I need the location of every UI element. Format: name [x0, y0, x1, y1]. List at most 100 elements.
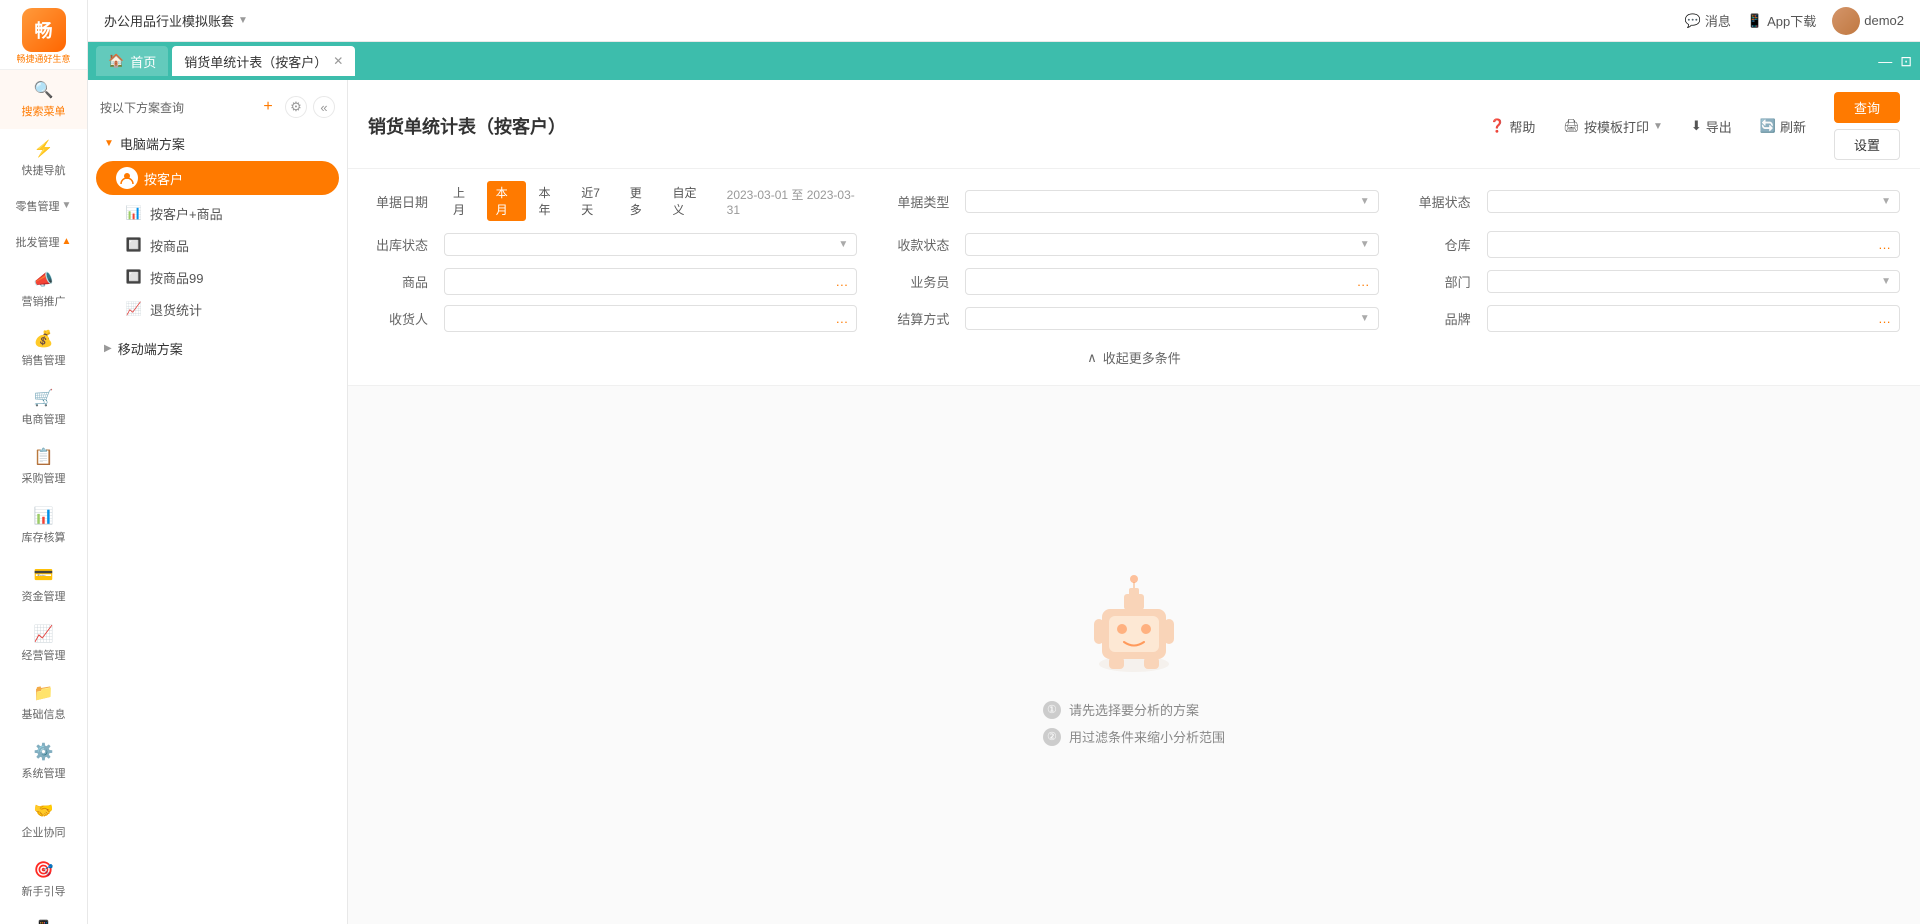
chart-icon: 📊: [124, 203, 144, 223]
dots-icon[interactable]: …: [1357, 274, 1370, 289]
dept-control: ▼: [1487, 270, 1900, 293]
ops-icon: 📈: [34, 624, 54, 644]
collapse-panel-btn[interactable]: «: [313, 96, 335, 118]
page-actions: ❓ 帮助 🖨 按模板打印 ▼ ⬇ 导出 🔄 刷新: [1481, 92, 1900, 160]
warehouse-control: …: [1487, 231, 1900, 258]
minimize-icon[interactable]: —: [1878, 53, 1892, 69]
sidebar-item-inventory[interactable]: 📊 库存核算: [0, 496, 87, 555]
collapse-more-btn[interactable]: ∧ 收起更多条件: [368, 342, 1900, 373]
date-btn-more[interactable]: 更多: [621, 181, 660, 221]
brand-select[interactable]: …: [1487, 305, 1900, 332]
marketing-icon: 📣: [34, 270, 54, 290]
newbie-icon: 🎯: [34, 860, 54, 880]
sidebar-item-ecom[interactable]: 🛒 电商管理: [0, 378, 87, 437]
tab-home-label: 首页: [130, 52, 156, 71]
sidebar-item-enterprise[interactable]: 🤝 企业协同: [0, 791, 87, 850]
desktop-scheme-parent[interactable]: ▼ 电脑端方案: [88, 128, 347, 159]
query-btn[interactable]: 查询: [1834, 92, 1900, 123]
tip-num-2: ②: [1043, 728, 1061, 746]
dept-select[interactable]: ▼: [1487, 270, 1900, 293]
expand-icon[interactable]: ⊡: [1900, 53, 1912, 70]
dots-icon[interactable]: …: [1878, 237, 1891, 252]
date-btn-last-month[interactable]: 上月: [444, 181, 483, 221]
scheme-by-customer[interactable]: 按客户: [96, 161, 339, 195]
salesperson-select[interactable]: …: [965, 268, 1378, 295]
dept-label: 部门: [1411, 272, 1471, 291]
close-icon[interactable]: ✕: [333, 54, 343, 68]
scheme-by-customer-product[interactable]: 📊 按客户+商品: [88, 197, 339, 229]
scheme-by-customer-label: 按客户: [144, 169, 183, 188]
sidebar-item-finance[interactable]: 💳 资金管理: [0, 555, 87, 614]
scheme-by-product[interactable]: 🔲 按商品: [88, 229, 339, 261]
dots-icon[interactable]: …: [1878, 311, 1891, 326]
tip-num-1: ①: [1043, 701, 1061, 719]
date-btn-this-month[interactable]: 本月: [487, 181, 526, 221]
collect-status-select[interactable]: ▼: [965, 233, 1378, 256]
sidebar-item-basic[interactable]: 📁 基础信息: [0, 673, 87, 732]
message-btn[interactable]: 💬 消息: [1685, 11, 1731, 30]
date-btn-7days[interactable]: 近7天: [572, 181, 617, 221]
warehouse-select[interactable]: …: [1487, 231, 1900, 258]
date-picker: 上月 本月 本年 近7天 更多 自定义 2023-03-01 至 2023-03…: [444, 181, 857, 221]
chevron-down-icon: ▼: [838, 239, 848, 250]
recipient-select[interactable]: …: [444, 305, 857, 332]
order-status-select[interactable]: ▼: [1487, 190, 1900, 213]
date-btn-custom[interactable]: 自定义: [664, 181, 713, 221]
sidebar-item-marketing[interactable]: 📣 营销推广: [0, 260, 87, 319]
system-icon: ⚙️: [34, 742, 54, 762]
refresh-btn[interactable]: 🔄 刷新: [1752, 113, 1814, 140]
settings-btn[interactable]: 设置: [1834, 129, 1900, 160]
sidebar-item-system[interactable]: ⚙️ 系统管理: [0, 732, 87, 791]
message-label: 消息: [1705, 11, 1731, 30]
grid2-icon: 🔲: [124, 267, 144, 287]
sidebar-item-label: 采购管理: [22, 470, 66, 486]
app-download-btn[interactable]: 📱 App下载: [1747, 11, 1816, 30]
retail-label: 零售管理: [16, 198, 60, 214]
chevron-down-icon: ▼: [62, 200, 72, 211]
mobile-scheme-parent[interactable]: ▶ 移动端方案: [88, 333, 347, 364]
dots-icon[interactable]: …: [835, 274, 848, 289]
export-icon: ⬇: [1691, 118, 1702, 134]
sidebar-item-sales[interactable]: 💰 销售管理: [0, 319, 87, 378]
template-print-btn[interactable]: 🖨 按模板打印 ▼: [1555, 113, 1670, 140]
tab-sales-stat[interactable]: 销货单统计表（按客户） ✕: [172, 46, 355, 76]
user-menu-btn[interactable]: demo2: [1832, 7, 1904, 35]
payment-select[interactable]: ▼: [965, 307, 1378, 330]
enterprise-icon: 🤝: [34, 801, 54, 821]
tab-home[interactable]: 🏠 首页: [96, 46, 168, 76]
dots-icon[interactable]: …: [835, 311, 848, 326]
sidebar-item-ops[interactable]: 📈 经营管理: [0, 614, 87, 673]
sidebar-item-wholesale[interactable]: 批发管理 ▲: [0, 224, 87, 260]
sidebar-item-label: 资金管理: [22, 588, 66, 604]
left-panel: 按以下方案查询 + ⚙ « ▼ 电脑端方案 按客户: [88, 80, 348, 924]
sidebar-item-newbie[interactable]: 🎯 新手引导: [0, 850, 87, 909]
recipient-label: 收货人: [368, 309, 428, 328]
export-btn[interactable]: ⬇ 导出: [1683, 113, 1740, 140]
sidebar-item-retail[interactable]: 零售管理 ▼: [0, 188, 87, 224]
logo-icon: 畅: [22, 8, 66, 52]
content-area: 按以下方案查询 + ⚙ « ▼ 电脑端方案 按客户: [88, 80, 1920, 924]
sidebar-item-search-menu[interactable]: 🔍 搜索菜单: [0, 70, 87, 129]
order-type-select[interactable]: ▼: [965, 190, 1378, 213]
scheme-by-product99[interactable]: 🔲 按商品99: [88, 261, 339, 293]
product-select[interactable]: …: [444, 268, 857, 295]
date-btn-this-year[interactable]: 本年: [530, 181, 569, 221]
refresh-icon: 🔄: [1760, 118, 1776, 134]
sidebar-item-app-center[interactable]: 📱 应用中心: [0, 909, 87, 924]
settings-scheme-btn[interactable]: ⚙: [285, 96, 307, 118]
topbar-right: 💬 消息 📱 App下载 demo2: [1685, 7, 1904, 35]
right-panel: 销货单统计表（按客户） ❓ 帮助 🖨 按模板打印 ▼ ⬇ 导出: [348, 80, 1920, 924]
scheme-return-stats[interactable]: 📈 退货统计: [88, 293, 339, 325]
help-btn[interactable]: ❓ 帮助: [1481, 113, 1543, 140]
chevron-down-icon: ▼: [238, 15, 248, 26]
export-label: 导出: [1706, 117, 1732, 136]
sidebar-item-quick-nav[interactable]: ⚡ 快捷导航: [0, 129, 87, 188]
add-scheme-btn[interactable]: +: [257, 96, 279, 118]
out-status-select[interactable]: ▼: [444, 233, 857, 256]
app-download-label: App下载: [1767, 11, 1816, 30]
sidebar-item-purchase[interactable]: 📋 采购管理: [0, 437, 87, 496]
topbar-left: 办公用品行业模拟账套 ▼: [104, 11, 248, 30]
app-selector[interactable]: 办公用品行业模拟账套 ▼: [104, 11, 248, 30]
left-panel-header: 按以下方案查询 + ⚙ «: [88, 90, 347, 124]
product-control: …: [444, 268, 857, 295]
